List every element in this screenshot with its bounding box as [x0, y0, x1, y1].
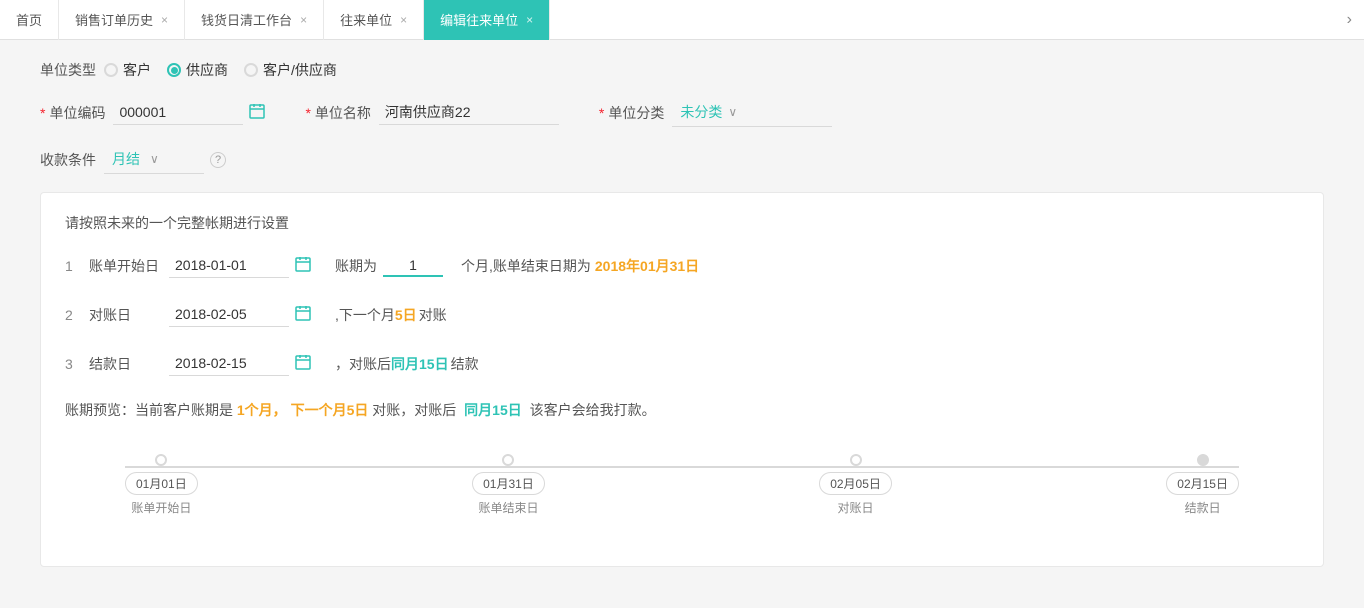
- tab-home[interactable]: 首页: [0, 0, 59, 40]
- timeline-points: 01月01日 账单开始日 01月31日 账单结束日 02月05日 对账日 02月…: [65, 454, 1299, 516]
- preview-period: 1个月，: [237, 402, 287, 418]
- unit-code-input[interactable]: [113, 100, 243, 125]
- main-content: 单位类型 客户 供应商 客户/供应商 * 单位编码: [0, 40, 1364, 608]
- preview-reconcile-suffix: 对账，对账后: [372, 402, 456, 418]
- setting-desc-3a: ，对账后: [335, 354, 391, 374]
- tab-close-cash-work[interactable]: ×: [300, 13, 307, 27]
- setting-num-2: 2: [65, 307, 89, 323]
- payment-terms-value: 月结: [112, 149, 140, 169]
- unit-code-group: * 单位编码: [40, 100, 265, 125]
- setting-label-1: 账单开始日: [89, 256, 169, 276]
- radio-customer[interactable]: 客户: [104, 60, 151, 80]
- period-input[interactable]: [383, 255, 443, 277]
- radio-circle-customer: [104, 63, 118, 77]
- preview-row: 账期预览：当前客户账期是 1个月， 下一个月5日 对账，对账后 同月15日 该客…: [65, 400, 1299, 420]
- setting-row-3: 3 结款日 ，对账后 同月15日 结款: [65, 351, 1299, 376]
- unit-name-group: * 单位名称: [305, 100, 558, 125]
- start-date-input[interactable]: [169, 253, 289, 278]
- preview-payment: 同月15日: [464, 402, 522, 418]
- tl-tag-1: 01月01日: [125, 472, 198, 495]
- payment-terms-label: 收款条件: [40, 150, 96, 170]
- radio-label-customer: 客户: [123, 60, 151, 80]
- tl-dot-4: [1197, 454, 1209, 466]
- unit-code-star: *: [40, 105, 45, 121]
- tl-point-2: 01月31日 账单结束日: [472, 454, 545, 516]
- settings-section: 请按照未来的一个完整帐期进行设置 1 账单开始日 账期为 个月,账单结束日期为 …: [40, 192, 1324, 567]
- tl-dot-2: [502, 454, 514, 466]
- reconcile-date-calendar-icon[interactable]: [295, 305, 311, 324]
- setting-row-2: 2 对账日 ,下一个月 5日 对账: [65, 302, 1299, 327]
- tab-close-sales-history[interactable]: ×: [161, 13, 168, 27]
- radio-circle-supplier: [167, 63, 181, 77]
- unit-type-row: 单位类型 客户 供应商 客户/供应商: [40, 60, 1324, 80]
- setting-num-1: 1: [65, 258, 89, 274]
- radio-supplier[interactable]: 供应商: [167, 60, 228, 80]
- radio-label-supplier: 供应商: [186, 60, 228, 80]
- tl-point-4: 02月15日 结款日: [1166, 454, 1239, 516]
- setting-desc-1a: 账期为: [335, 256, 377, 276]
- setting-desc-2a: ,下一个月: [335, 305, 395, 325]
- tabs-bar: 首页 销售订单历史 × 钱货日清工作台 × 往来单位 × 编辑往来单位 × ›: [0, 0, 1364, 40]
- radio-both[interactable]: 客户/供应商: [244, 60, 337, 80]
- tl-dot-1: [155, 454, 167, 466]
- payment-terms-dropdown[interactable]: 月结 ∨: [104, 145, 204, 174]
- tl-dot-3: [850, 454, 862, 466]
- help-icon[interactable]: ?: [210, 152, 226, 168]
- tl-point-1: 01月01日 账单开始日: [125, 454, 198, 516]
- section-title: 请按照未来的一个完整帐期进行设置: [65, 213, 1299, 233]
- unit-category-group: * 单位分类 未分类 ∨: [599, 98, 832, 127]
- unit-category-label: 单位分类: [608, 103, 664, 123]
- unit-category-arrow: ∨: [728, 105, 737, 119]
- start-date-calendar-icon[interactable]: [295, 256, 311, 275]
- tab-close-units[interactable]: ×: [400, 13, 407, 27]
- unit-name-input[interactable]: [379, 100, 559, 125]
- unit-category-value: 未分类: [680, 102, 722, 122]
- preview-reconcile: 下一个月5日: [291, 402, 369, 418]
- tl-tag-3: 02月05日: [819, 472, 892, 495]
- tl-tag-4: 02月15日: [1166, 472, 1239, 495]
- tab-sales-history[interactable]: 销售订单历史 ×: [59, 0, 185, 40]
- setting-num-3: 3: [65, 356, 89, 372]
- timeline: 01月01日 账单开始日 01月31日 账单结束日 02月05日 对账日 02月…: [65, 444, 1299, 546]
- unit-type-radio-group: 客户 供应商 客户/供应商: [104, 60, 337, 80]
- setting-desc-2b: 对账: [419, 305, 447, 325]
- preview-payment-suffix: 该客户会给我打款。: [530, 402, 656, 418]
- tl-sublabel-1: 账单开始日: [131, 499, 191, 516]
- payment-terms-row: 收款条件 月结 ∨ ?: [40, 145, 1324, 174]
- tl-sublabel-4: 结款日: [1185, 499, 1221, 516]
- setting-desc-1b: 个月,账单结束日期为: [461, 256, 591, 276]
- tab-cash-work[interactable]: 钱货日清工作台 ×: [185, 0, 324, 40]
- tl-tag-2: 01月31日: [472, 472, 545, 495]
- preview-label: 账期预览：当前客户账期是: [65, 402, 233, 418]
- payment-day-highlight: 同月15日: [391, 354, 449, 374]
- tl-sublabel-3: 对账日: [838, 499, 874, 516]
- unit-category-star: *: [599, 105, 604, 121]
- tab-edit-units[interactable]: 编辑往来单位 ×: [424, 0, 550, 40]
- unit-category-dropdown[interactable]: 未分类 ∨: [672, 98, 832, 127]
- unit-code-label: 单位编码: [49, 103, 105, 123]
- payment-date-input[interactable]: [169, 351, 289, 376]
- payment-date-calendar-icon[interactable]: [295, 354, 311, 373]
- calendar-icon[interactable]: [249, 103, 265, 122]
- reconcile-date-input[interactable]: [169, 302, 289, 327]
- setting-label-2: 对账日: [89, 305, 169, 325]
- tl-sublabel-2: 账单结束日: [478, 499, 538, 516]
- tabs-more-button[interactable]: ›: [1335, 11, 1364, 29]
- radio-label-both: 客户/供应商: [263, 60, 337, 80]
- unit-name-star: *: [305, 105, 310, 121]
- unit-name-label: 单位名称: [315, 103, 371, 123]
- end-date-highlight: 2018年01月31日: [595, 256, 699, 276]
- tl-point-3: 02月05日 对账日: [819, 454, 892, 516]
- payment-terms-arrow-icon: ∨: [150, 152, 159, 166]
- unit-type-label: 单位类型: [40, 60, 96, 80]
- tab-close-edit-units[interactable]: ×: [526, 13, 533, 27]
- radio-circle-both: [244, 63, 258, 77]
- setting-row-1: 1 账单开始日 账期为 个月,账单结束日期为 2018年01月31日: [65, 253, 1299, 278]
- tab-units[interactable]: 往来单位 ×: [324, 0, 424, 40]
- reconcile-day-highlight: 5日: [395, 305, 417, 325]
- setting-desc-3b: 结款: [451, 354, 479, 374]
- setting-label-3: 结款日: [89, 354, 169, 374]
- unit-fields-row: * 单位编码 * 单位名称 * 单位分类 未分类 ∨: [40, 98, 1324, 127]
